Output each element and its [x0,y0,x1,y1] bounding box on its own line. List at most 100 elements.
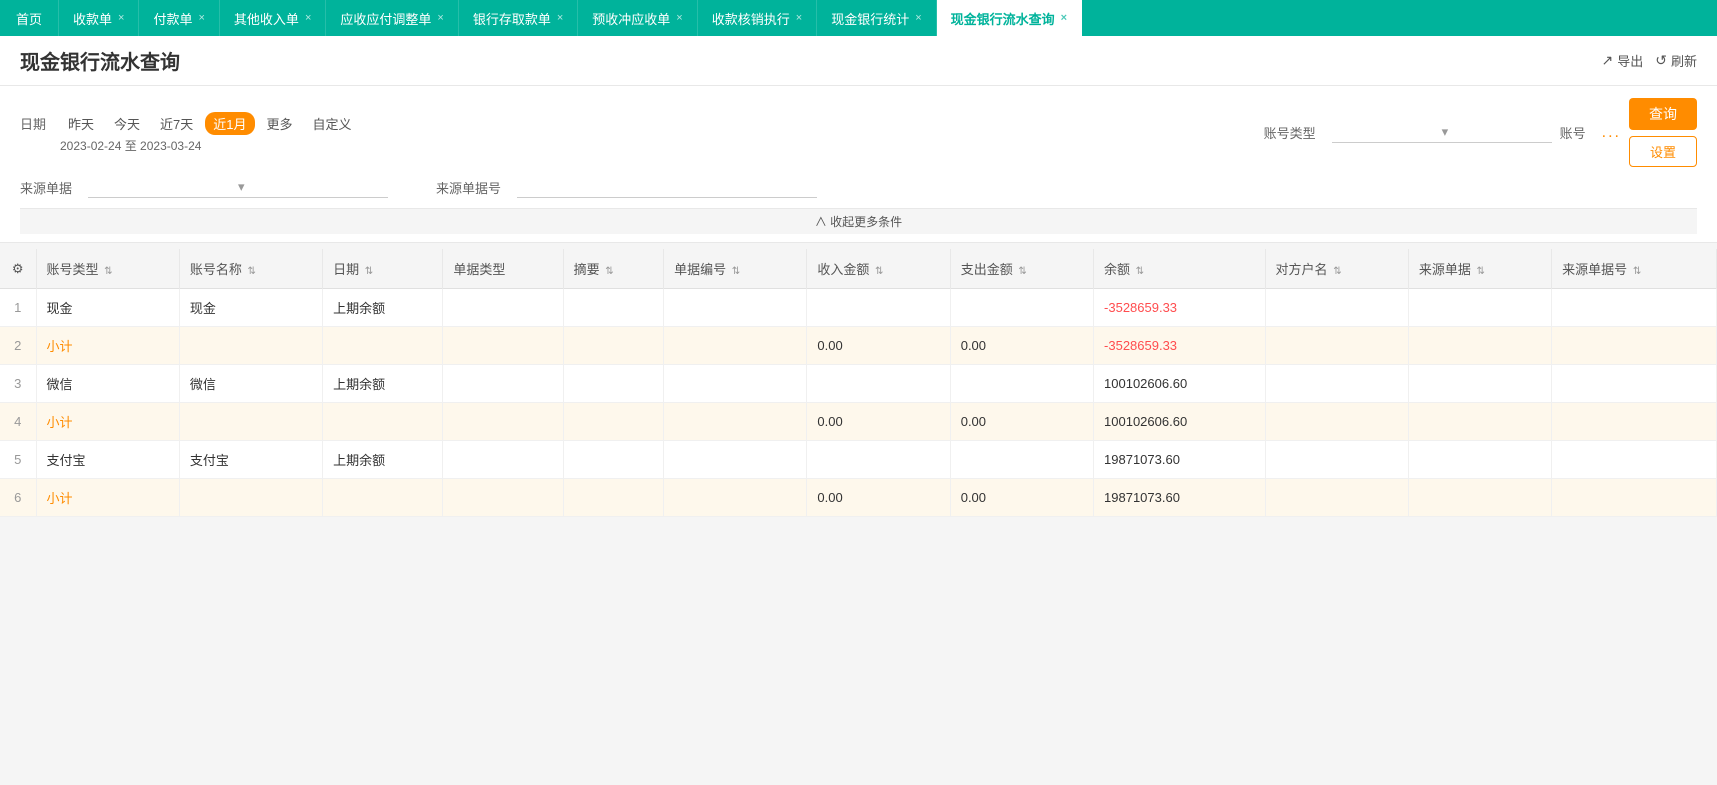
chevron-down-icon-2: ▾ [238,179,380,195]
date-opt-近1月[interactable]: 近1月 [205,112,254,135]
nav-tab-银行存取款单[interactable]: 银行存取款单 × [459,0,578,36]
cell-expense: 0.00 [950,327,1093,365]
collapse-label: ∧ 收起更多条件 [815,215,902,229]
th-source-doc[interactable]: 来源单据 ⇅ [1408,249,1551,289]
page-header: 现金银行流水查询 ↗ 导出 ↺ 刷新 [0,36,1717,86]
th-income[interactable]: 收入金额 ⇅ [807,249,950,289]
settings-button[interactable]: 设置 [1629,136,1697,167]
th-date[interactable]: 日期 ⇅ [323,249,443,289]
th-expense[interactable]: 支出金额 ⇅ [950,249,1093,289]
cell-doc-type [443,441,563,479]
tab-label: 银行存取款单 [473,9,551,28]
cell-income [807,365,950,403]
cell-doc-no [664,403,807,441]
nav-tab-付款单[interactable]: 付款单× [139,0,219,36]
date-opt-今天[interactable]: 今天 [106,112,148,135]
date-label: 日期 [20,114,46,133]
th-account-name-label: 账号名称 [190,262,242,277]
refresh-button[interactable]: ↺ 刷新 [1655,51,1697,70]
tab-close-icon[interactable]: × [1061,12,1067,24]
cell-expense: 0.00 [950,403,1093,441]
sort-icon-summary: ⇅ [605,266,613,277]
nav-tab-收款核销执行[interactable]: 收款核销执行 × [698,0,817,36]
sort-icon-counterparty: ⇅ [1333,266,1341,277]
account-type-label: 账号类型 [1264,123,1316,142]
source-doc-no-input[interactable] [521,180,813,195]
page-title: 现金银行流水查询 [20,46,180,75]
th-counterparty[interactable]: 对方户名 ⇅ [1265,249,1408,289]
nav-tab-收款单[interactable]: 收款单 × [59,0,139,36]
nav-tab-预收冲应收单[interactable]: 预收冲应收单 × [578,0,697,36]
th-account-type-label: 账号类型 [47,262,99,277]
date-opt-昨天[interactable]: 昨天 [60,112,102,135]
cell-doc-no [664,289,807,327]
th-doc-type: 单据类型 [443,249,563,289]
th-account-type[interactable]: 账号类型 ⇅ [36,249,179,289]
th-source-doc-no[interactable]: 来源单据号 ⇅ [1552,249,1717,289]
sort-icon-account-name: ⇅ [247,266,255,277]
date-opt-自定义[interactable]: 自定义 [305,112,360,135]
sort-icon-expense: ⇅ [1018,266,1026,277]
cell-account-type: 微信 [36,365,179,403]
tab-close-icon[interactable]: × [676,12,682,24]
cell-doc-type [443,327,563,365]
th-date-label: 日期 [333,262,359,277]
th-summary[interactable]: 摘要 ⇅ [563,249,664,289]
tab-close-icon[interactable]: × [198,12,204,24]
tab-close-icon[interactable]: × [118,12,124,24]
cell-counterparty [1265,441,1408,479]
cell-date: 上期余额 [323,441,443,479]
collapse-bar[interactable]: ∧ 收起更多条件 [20,208,1697,234]
table-row: 2 小计 0.00 0.00 -3528659.33 [0,327,1717,365]
date-opt-近7天[interactable]: 近7天 [152,112,201,135]
tab-close-icon[interactable]: × [915,12,921,24]
nav-tab-其他收入单[interactable]: 其他收入单 × [220,0,326,36]
th-expense-label: 支出金额 [961,262,1013,277]
tab-close-icon[interactable]: × [557,12,563,24]
tab-label: 预收冲应收单 [592,9,670,28]
source-doc-dropdown[interactable]: ▾ [88,177,388,198]
account-dots[interactable]: ... [1602,124,1621,142]
source-doc-no-input-wrap [517,178,817,198]
cell-source-doc [1408,441,1551,479]
cell-income: 0.00 [807,479,950,517]
cell-summary [563,365,664,403]
nav-tab-现金银行统计[interactable]: 现金银行统计× [817,0,936,36]
date-opt-更多[interactable]: 更多 [259,112,301,135]
cell-doc-no [664,327,807,365]
table-area: ⚙ 账号类型 ⇅ 账号名称 ⇅ 日期 ⇅ 单据类型 摘要 [0,249,1717,517]
account-type-dropdown[interactable]: ▾ [1332,122,1552,143]
tab-close-icon[interactable]: × [437,12,443,24]
tab-label: 其他收入单 [234,9,299,28]
th-summary-label: 摘要 [574,262,600,277]
export-label: 导出 [1617,51,1643,70]
query-button[interactable]: 查询 [1629,98,1697,130]
th-doc-no[interactable]: 单据编号 ⇅ [664,249,807,289]
source-doc-filter-group: 来源单据 ▾ [20,177,388,198]
cell-source-doc [1408,327,1551,365]
tab-close-icon[interactable]: × [305,12,311,24]
cell-account-name: 现金 [179,289,322,327]
cell-account-type: 现金 [36,289,179,327]
cell-account-name: 支付宝 [179,441,322,479]
cell-source-doc-no [1552,479,1717,517]
tab-label: 收款核销执行 [712,9,790,28]
table-row: 5 支付宝 支付宝 上期余额 19871073.60 [0,441,1717,479]
cell-account-type: 支付宝 [36,441,179,479]
th-balance-label: 余额 [1104,262,1130,277]
export-button[interactable]: ↗ 导出 [1602,51,1644,70]
cell-account-type: 小计 [36,403,179,441]
th-balance[interactable]: 余额 ⇅ [1094,249,1266,289]
nav-tab-应收应付调整单[interactable]: 应收应付调整单× [326,0,458,36]
table-row: 3 微信 微信 上期余额 100102606.60 [0,365,1717,403]
top-navigation: 首页 收款单×付款单×其他收入单×应收应付调整单×银行存取款单×预收冲应收单×收… [0,0,1717,36]
cell-counterparty [1265,403,1408,441]
tab-close-icon[interactable]: × [796,12,802,24]
cell-income [807,289,950,327]
nav-tab-现金银行流水查询[interactable]: 现金银行流水查询× [937,0,1082,36]
tab-label: 收款单 [73,9,112,28]
refresh-icon: ↺ [1655,52,1667,69]
th-account-name[interactable]: 账号名称 ⇅ [179,249,322,289]
nav-home[interactable]: 首页 [0,0,59,36]
th-gear[interactable]: ⚙ [0,249,36,289]
